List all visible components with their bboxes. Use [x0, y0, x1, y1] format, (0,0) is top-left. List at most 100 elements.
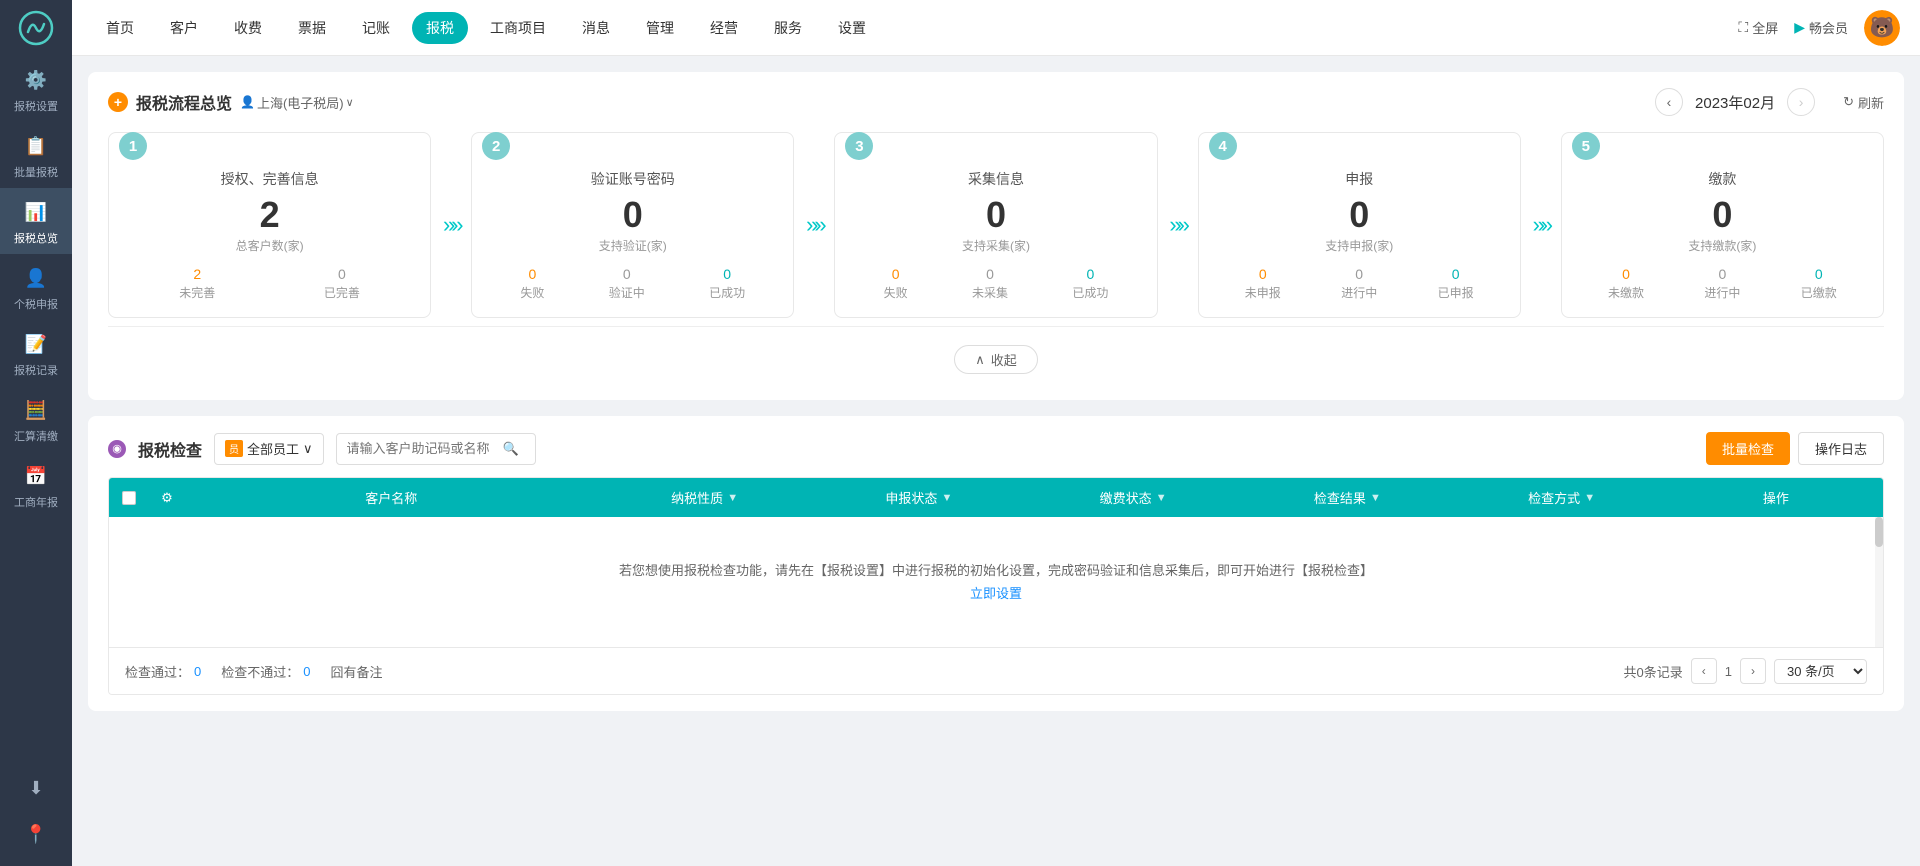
nav-accounting[interactable]: 记账: [348, 12, 404, 44]
process-steps: 1 授权、完善信息 2 总客户数(家) 2 未完善 0 已完善: [108, 132, 1884, 318]
step-4-stat-0: 0 未申报: [1245, 266, 1281, 301]
step-5-title: 缴款: [1578, 169, 1867, 189]
step-3-sub: 支持采集(家): [851, 237, 1140, 254]
next-page-btn[interactable]: ›: [1740, 658, 1766, 684]
setup-link[interactable]: 立即设置: [970, 586, 1022, 601]
check-pass-label: 检查通过：: [125, 662, 190, 681]
nav-fees[interactable]: 收费: [220, 12, 276, 44]
sidebar-item-location[interactable]: 📍: [0, 810, 72, 856]
step-3-count: 0: [851, 197, 1140, 233]
sidebar-item-tax-settings[interactable]: ⚙️ 报税设置: [0, 56, 72, 122]
th-declare-status: 申报状态 ▼: [812, 478, 1026, 517]
sidebar-item-download[interactable]: ⬇: [0, 764, 72, 810]
prev-page-btn[interactable]: ‹: [1691, 658, 1717, 684]
nav-messages[interactable]: 消息: [568, 12, 624, 44]
note-stat: 囧有备注: [331, 662, 383, 681]
sidebar-item-label: 报税总览: [14, 230, 58, 246]
play-icon: ▶: [1794, 19, 1805, 36]
tax-overview-icon: 📊: [22, 198, 50, 226]
nav-tax[interactable]: 报税: [412, 12, 468, 44]
month-display: 2023年02月: [1695, 92, 1775, 113]
vip-btn[interactable]: ▶ 畅会员: [1794, 18, 1848, 37]
step-2-stat-1-label: 验证中: [609, 284, 645, 301]
step-3-stat-1-label: 未采集: [972, 284, 1008, 301]
purple-circle: ◉: [108, 440, 126, 458]
th-tax-nature-filter-icon[interactable]: ▼: [727, 492, 738, 504]
step-3-stat-1: 0 未采集: [972, 266, 1008, 301]
sidebar-item-tax-overview[interactable]: 📊 报税总览: [0, 188, 72, 254]
nav-settings[interactable]: 设置: [824, 12, 880, 44]
nav-operations[interactable]: 经营: [696, 12, 752, 44]
nav-invoice[interactable]: 票据: [284, 12, 340, 44]
total-records: 共0条记录: [1624, 662, 1683, 681]
employee-filter[interactable]: 员 全部员工 ∨: [214, 433, 324, 465]
sidebar-item-batch-tax[interactable]: 📋 批量报税: [0, 122, 72, 188]
operation-log-btn[interactable]: 操作日志: [1798, 432, 1884, 465]
step-4-badge: 4: [1209, 132, 1237, 160]
scrollbar-thumb[interactable]: [1875, 517, 1883, 547]
next-month-btn[interactable]: ›: [1787, 88, 1815, 116]
pagination: 共0条记录 ‹ 1 › 30 条/页50 条/页100 条/页: [1624, 658, 1867, 684]
step-2-stat-1: 0 验证中: [609, 266, 645, 301]
nav-customer[interactable]: 客户: [156, 12, 212, 44]
select-all-checkbox[interactable]: [122, 491, 136, 505]
step-4-sub: 支持申报(家): [1215, 237, 1504, 254]
step-4-stat-1-val: 0: [1355, 266, 1363, 282]
location-icon: 📍: [22, 820, 50, 848]
collapse-btn[interactable]: ∧ 收起: [954, 345, 1038, 374]
step-4-stat-1-label: 进行中: [1341, 284, 1377, 301]
th-check-result-filter-icon[interactable]: ▼: [1370, 492, 1381, 504]
header-right-btns: 批量检查 操作日志: [1706, 432, 1884, 465]
nav-home[interactable]: 首页: [92, 12, 148, 44]
sidebar-bottom: ⬇ 📍: [0, 764, 72, 866]
step-3-stats: 0 失败 0 未采集 0 已成功: [851, 266, 1140, 301]
sidebar-item-label: 工商年报: [14, 494, 58, 510]
arrow-3-4: »»: [1158, 132, 1198, 318]
fullscreen-btn[interactable]: ⛶ 全屏: [1738, 18, 1778, 37]
th-declare-status-filter-icon[interactable]: ▼: [941, 492, 952, 504]
prev-month-btn[interactable]: ‹: [1655, 88, 1683, 116]
step-4-title: 申报: [1215, 169, 1504, 189]
nav-industrial[interactable]: 工商项目: [476, 12, 560, 44]
empty-msg-text: 若您想使用报税检查功能，请先在【报税设置】中进行报税的初始化设置，完成密码验证和…: [619, 563, 1373, 578]
batch-tax-icon: 📋: [22, 132, 50, 160]
nav-items: 首页 客户 收费 票据 记账 报税 工商项目 消息 管理 经营 服务 设置: [92, 12, 1738, 44]
top-nav: 首页 客户 收费 票据 记账 报税 工商项目 消息 管理 经营 服务 设置 ⛶ …: [72, 0, 1920, 56]
gear-icon: ⚙: [161, 490, 173, 506]
th-check-method-filter-icon[interactable]: ▼: [1584, 492, 1595, 504]
refresh-btn[interactable]: ↻ 刷新: [1843, 93, 1884, 112]
sidebar-item-tax-record[interactable]: 📝 报税记录: [0, 320, 72, 386]
sidebar-item-personal-tax[interactable]: 👤 个税申报: [0, 254, 72, 320]
th-pay-status-filter-icon[interactable]: ▼: [1156, 492, 1167, 504]
per-page-select[interactable]: 30 条/页50 条/页100 条/页: [1774, 659, 1867, 684]
step-2-stat-0: 0 失败: [520, 266, 544, 301]
step-2-badge: 2: [482, 132, 510, 160]
step-1-stat-0: 2 未完善: [179, 266, 215, 301]
overview-title: 报税流程总览: [136, 90, 232, 114]
scrollbar-track: [1875, 517, 1883, 647]
fullscreen-label: 全屏: [1752, 18, 1778, 37]
step-5-stat-1-label: 进行中: [1704, 284, 1740, 301]
nav-services[interactable]: 服务: [760, 12, 816, 44]
sidebar-item-annual-report[interactable]: 📅 工商年报: [0, 452, 72, 518]
step-1-stat-1-label: 已完善: [324, 284, 360, 301]
step-5-stat-0-label: 未缴款: [1608, 284, 1644, 301]
step-5-sub: 支持缴款(家): [1578, 237, 1867, 254]
search-input[interactable]: [347, 441, 497, 456]
batch-check-btn[interactable]: 批量检查: [1706, 432, 1790, 465]
step-3-stat-2-label: 已成功: [1072, 284, 1108, 301]
step-2-card: 2 验证账号密码 0 支持验证(家) 0 失败 0 验证中: [471, 132, 794, 318]
table-footer: 检查通过： 0 检查不通过： 0 囧有备注 共0条记录 ‹ 1 ›: [109, 647, 1883, 694]
sidebar-item-settlement[interactable]: 🧮 汇算清缴: [0, 386, 72, 452]
employee-filter-label: 全部员工: [247, 439, 299, 458]
tax-check-table: ⚙ 客户名称 纳税性质 ▼ 申报状态 ▼ 缴费状态 ▼: [108, 477, 1884, 695]
th-checkbox: [109, 478, 149, 517]
nav-management[interactable]: 管理: [632, 12, 688, 44]
location-info[interactable]: 👤 上海(电子税局) ∨: [240, 93, 354, 112]
th-gear[interactable]: ⚙: [149, 478, 185, 517]
table-body: 若您想使用报税检查功能，请先在【报税设置】中进行报税的初始化设置，完成密码验证和…: [109, 517, 1883, 647]
arrow-2-3: »»: [794, 132, 834, 318]
step-4-stat-0-val: 0: [1259, 266, 1267, 282]
step-1-stat-0-val: 2: [193, 266, 201, 282]
check-fail-label: 检查不通过：: [221, 662, 299, 681]
